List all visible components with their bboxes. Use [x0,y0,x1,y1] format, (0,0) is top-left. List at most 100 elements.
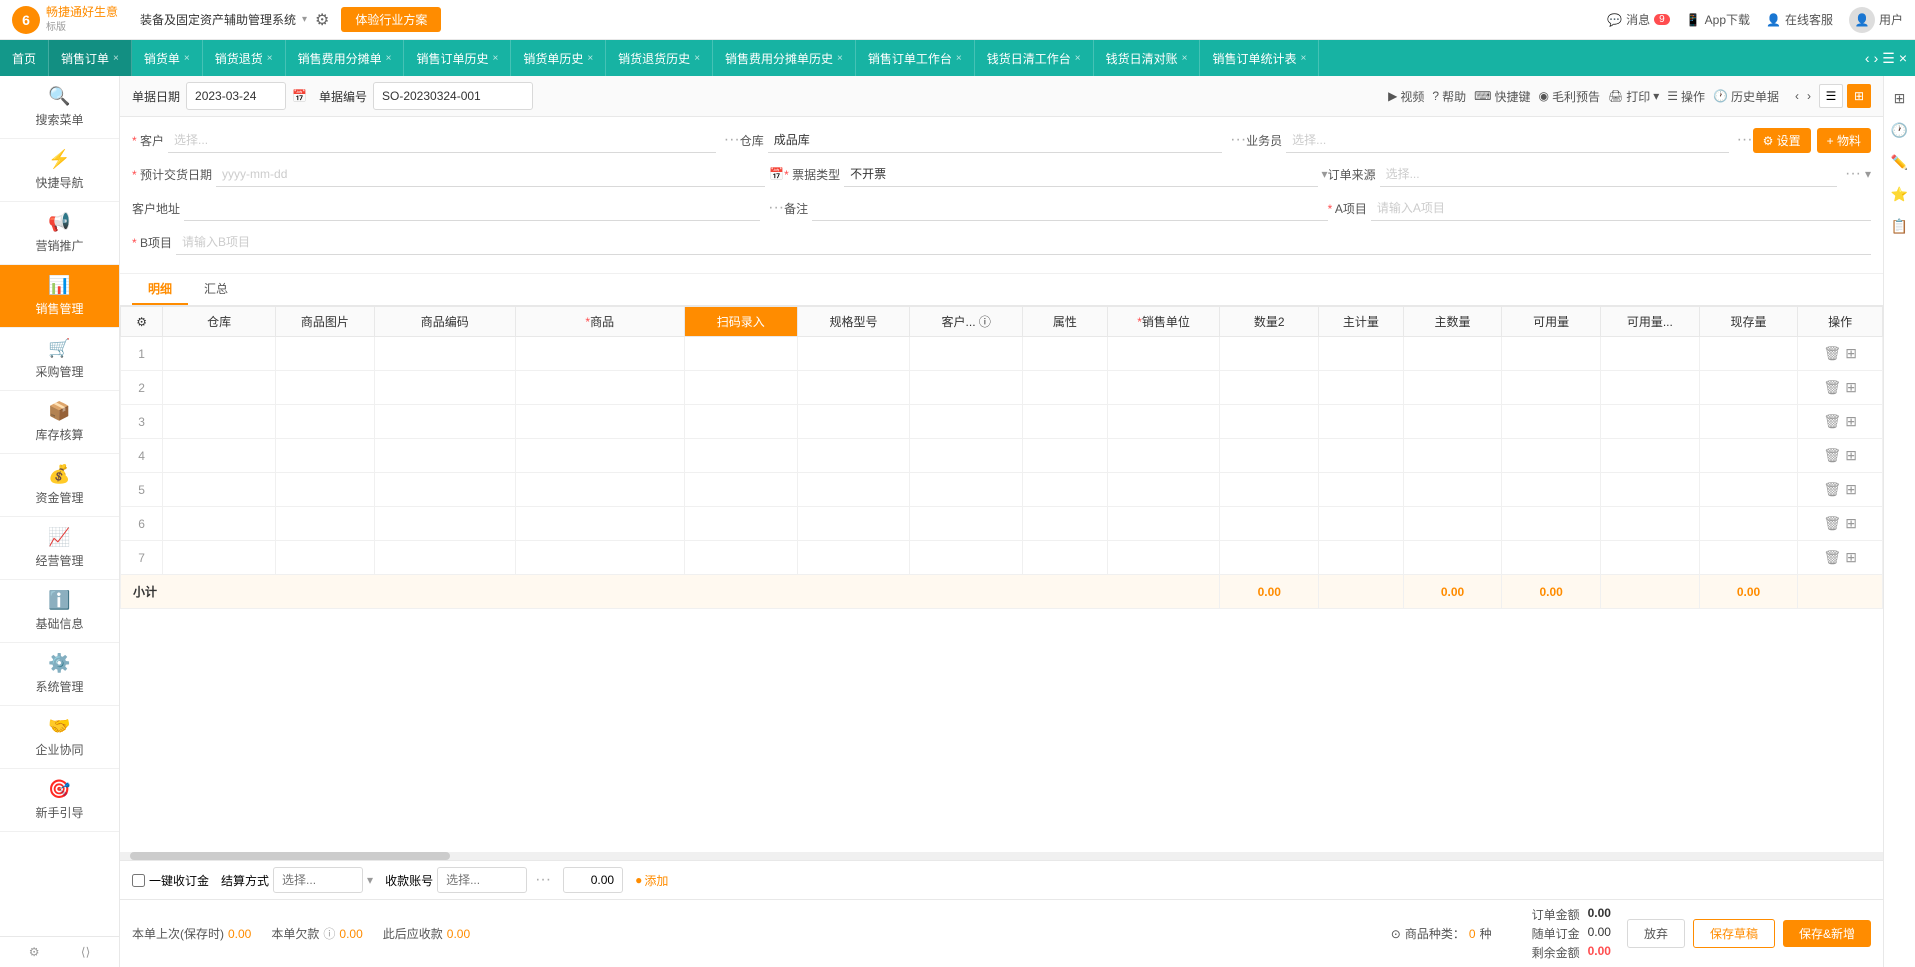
nav-next[interactable]: › [1874,50,1879,66]
tab-summary[interactable]: 汇总 [188,274,244,305]
payment-method-arrow[interactable]: ▾ [367,873,373,887]
online-service-btn[interactable]: 👤 在线客服 [1766,11,1833,28]
sidebar-collapse-btn[interactable]: ⟨⟩ [81,945,90,959]
print-dropdown[interactable]: ▾ [1653,89,1659,103]
row-2-spec[interactable] [797,371,910,405]
calendar-icon[interactable]: 📅 [292,89,307,103]
account-input[interactable] [437,867,527,893]
goods-count-icon[interactable]: ⊙ [1391,927,1401,941]
right-icon-1[interactable]: ⊞ [1886,84,1914,112]
close-order-workbench[interactable]: × [956,53,962,64]
tab-detail[interactable]: 明细 [132,274,188,305]
a-project-input[interactable] [1371,195,1871,221]
tab-daily-clear[interactable]: 钱货日清工作台 × [975,40,1094,76]
nav-right-btn[interactable]: › [1807,89,1811,103]
remark-input[interactable] [812,195,1327,221]
row-2-main-qty[interactable] [1403,371,1502,405]
customer-expand[interactable]: ··· [724,131,740,149]
amount-input[interactable] [563,867,623,893]
row-2-avail[interactable] [1502,371,1601,405]
row-1-warehouse[interactable] [163,337,276,371]
row-1-stock[interactable] [1699,337,1798,371]
nav-left-btn[interactable]: ‹ [1795,89,1799,103]
sidebar-item-inventory[interactable]: 📦 库存核算 [0,391,119,454]
salesperson-expand[interactable]: ··· [1737,131,1753,149]
row-4-delete[interactable]: 🗑 [1823,447,1841,464]
close-sales-expense[interactable]: × [386,53,392,64]
row-3-copy[interactable]: ⊞ [1845,413,1857,430]
app-download-btn[interactable]: 📱 App下载 [1686,11,1750,28]
row-2-image[interactable] [276,371,375,405]
system-dropdown-arrow[interactable]: ▾ [302,14,307,25]
right-icon-3[interactable]: ✏️ [1886,148,1914,176]
col-scan[interactable]: 扫码录入 [684,307,797,337]
row-1-spec[interactable] [797,337,910,371]
sidebar-item-operation[interactable]: 📈 经营管理 [0,517,119,580]
history-btn[interactable]: 🕐 历史单据 [1713,88,1779,105]
row-1-main-qty[interactable] [1403,337,1502,371]
close-sales-return[interactable]: × [267,53,273,64]
row-1-avail[interactable] [1502,337,1601,371]
sidebar-item-base[interactable]: ℹ️ 基础信息 [0,580,119,643]
row-1-unit[interactable] [1107,337,1220,371]
tab-sales-summary[interactable]: 销售订单统计表 × [1200,40,1319,76]
right-icon-5[interactable]: 📋 [1886,212,1914,240]
payment-method-input[interactable] [273,867,363,893]
sidebar-item-system[interactable]: ⚙️ 系统管理 [0,643,119,706]
account-expand[interactable]: ··· [535,871,551,889]
view-btn[interactable]: ▶ 视频 [1388,88,1424,105]
close-sales-order-history[interactable]: × [492,53,498,64]
this-order-info[interactable]: ⓘ [323,925,335,942]
order-no-input[interactable] [373,82,533,110]
tab-daily-reconcile[interactable]: 钱货日清对账 × [1094,40,1201,76]
close-sales-order[interactable]: × [113,53,119,64]
row-2-main-unit[interactable] [1319,371,1404,405]
tab-sales-order-history[interactable]: 销售订单历史 × [404,40,511,76]
shortcut-btn[interactable]: ⌨ 快捷键 [1474,88,1530,105]
tab-home[interactable]: 首页 [0,40,49,76]
order-source-expand[interactable]: ··· [1845,165,1861,183]
scrollbar-thumb[interactable] [130,852,450,860]
row-2-customer-code[interactable] [910,371,1023,405]
row-4-copy[interactable]: ⊞ [1845,447,1857,464]
right-icon-4[interactable]: ⭐ [1886,180,1914,208]
close-daily-reconcile[interactable]: × [1182,53,1188,64]
row-7-copy[interactable]: ⊞ [1845,549,1857,566]
row-2-attr[interactable] [1023,371,1108,405]
row-1-avail2[interactable] [1601,337,1700,371]
row-1-customer-code[interactable] [910,337,1023,371]
sidebar-item-search[interactable]: 🔍 搜索菜单 [0,76,119,139]
invoice-type-input[interactable] [844,161,1317,187]
form-view-btn[interactable]: ⊞ [1847,84,1871,108]
tab-sales-order[interactable]: 销售订单 × [49,40,132,76]
row-6-delete[interactable]: 🗑 [1823,515,1841,532]
settings-icon[interactable]: ⚙ [315,10,329,30]
warehouse-expand[interactable]: ··· [1230,131,1246,149]
nav-close[interactable]: × [1899,50,1907,66]
warehouse-input[interactable] [768,127,1222,153]
tab-return-history[interactable]: 销货退货历史 × [606,40,713,76]
close-expense-history[interactable]: × [837,53,843,64]
print-btn[interactable]: 🖨 打印 ▾ [1608,88,1659,105]
row-2-stock[interactable] [1699,371,1798,405]
tab-order-workbench[interactable]: 销售订单工作台 × [856,40,975,76]
sidebar-settings-btn[interactable]: ⚙ [29,945,40,959]
address-input[interactable] [184,195,760,221]
row-6-copy[interactable]: ⊞ [1845,515,1857,532]
date-input[interactable] [186,82,286,110]
add-link[interactable]: ● 添加 [635,872,668,889]
sidebar-item-guide[interactable]: 🎯 新手引导 [0,769,119,832]
nav-menu[interactable]: ☰ [1882,50,1895,67]
order-source-input[interactable] [1380,161,1837,187]
close-daily-clear[interactable]: × [1075,53,1081,64]
sidebar-item-sales[interactable]: 📊 销售管理 [0,265,119,328]
row-2-copy[interactable]: ⊞ [1845,379,1857,396]
row-2-scan[interactable] [684,371,797,405]
row-1-product[interactable] [515,337,684,371]
row-1-main-unit[interactable] [1319,337,1404,371]
row-1-copy[interactable]: ⊞ [1845,345,1857,362]
profit-btn[interactable]: ◉ 毛利预告 [1538,88,1600,105]
operate-btn[interactable]: ☰ 操作 [1667,88,1705,105]
horizontal-scrollbar[interactable] [120,852,1883,860]
row-2-code[interactable] [374,371,515,405]
